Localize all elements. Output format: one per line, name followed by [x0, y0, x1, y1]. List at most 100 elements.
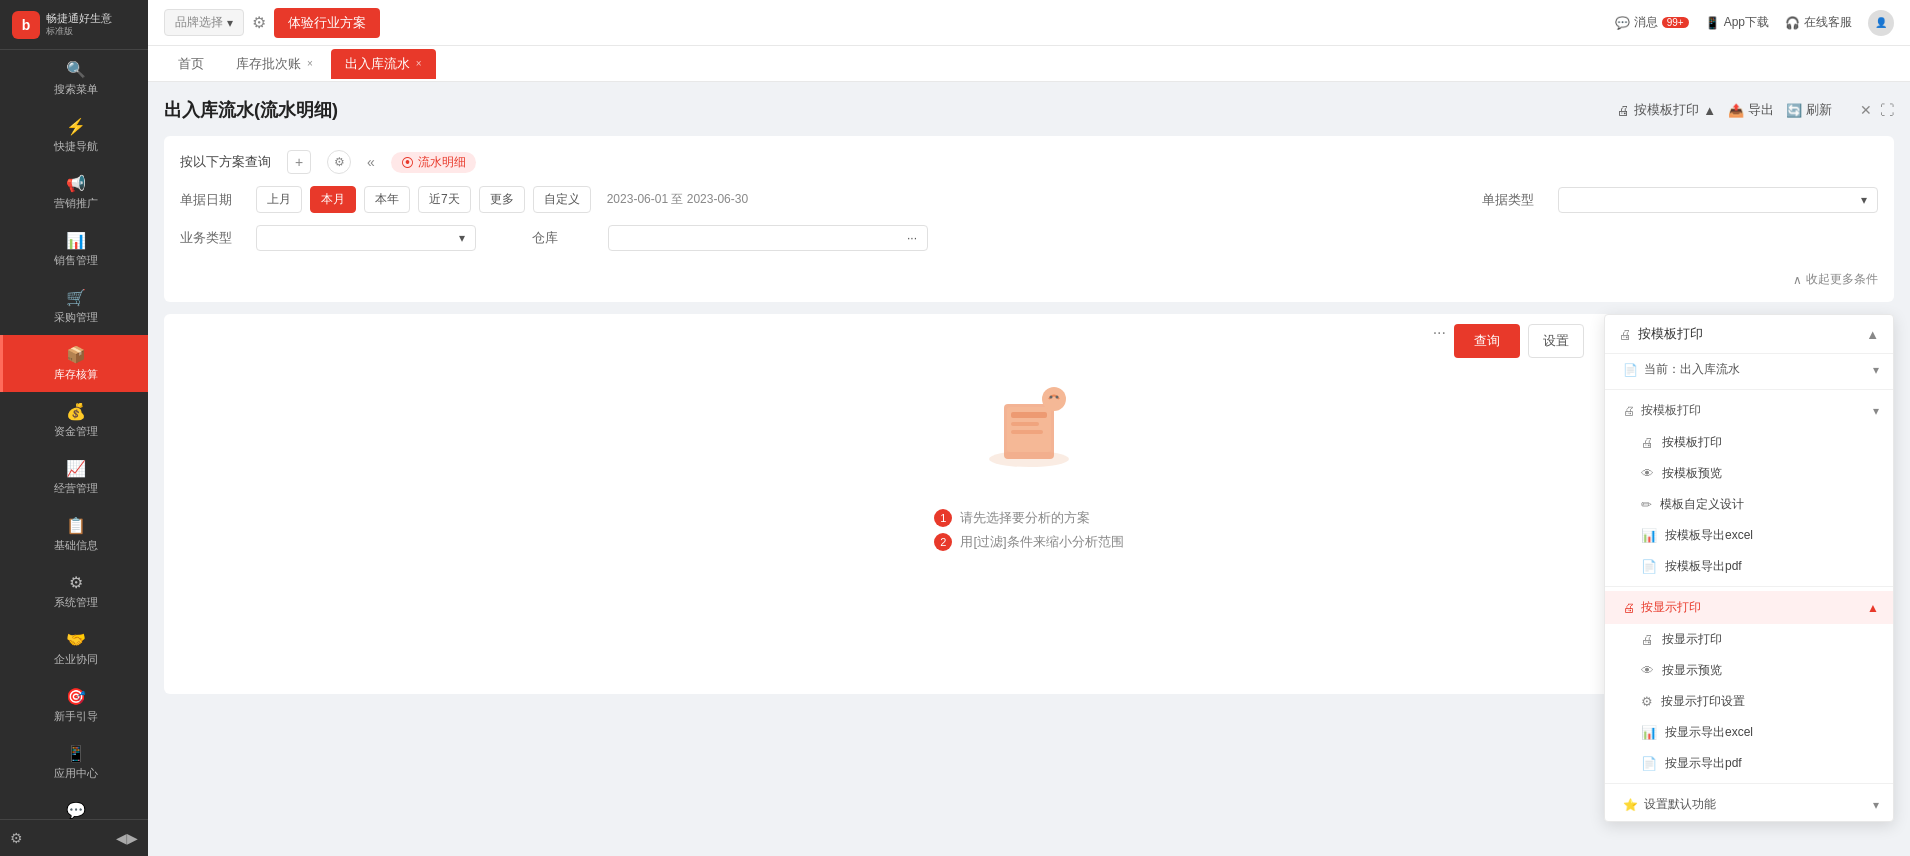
headset-icon: 🎧: [1785, 16, 1800, 30]
tab-inout-flow-close[interactable]: ×: [416, 58, 422, 69]
sidebar-item-basic[interactable]: 📋 基础信息: [0, 506, 148, 563]
sidebar-item-app-center-label: 应用中心: [54, 766, 98, 781]
panel-current-item[interactable]: 📄 当前：出入库流水 ▾: [1605, 354, 1893, 385]
tab-inventory-batch-close[interactable]: ×: [307, 58, 313, 69]
query-button[interactable]: 查询: [1454, 324, 1520, 358]
sidebar-item-cooperation[interactable]: 🤝 企业协同: [0, 620, 148, 677]
template-print-action-icon: 🖨: [1641, 435, 1654, 450]
sidebar-item-search[interactable]: 🔍 搜索菜单: [0, 50, 148, 107]
window-close-btn[interactable]: ✕: [1860, 102, 1872, 118]
page-actions: 🖨 按模板打印 ▲ 📤 导出 🔄 刷新 ✕ ⛶: [1617, 101, 1894, 119]
panel-header: 🖨 按模板打印 ▲: [1605, 315, 1893, 354]
panel-display-preview[interactable]: 👁 按显示预览: [1605, 655, 1893, 686]
collapse-more-btn[interactable]: ∧ 收起更多条件: [180, 263, 1878, 288]
sidebar-item-system[interactable]: ⚙ 系统管理: [0, 563, 148, 620]
panel-display-export-excel[interactable]: 📊 按显示导出excel: [1605, 717, 1893, 748]
sidebar-item-purchase[interactable]: 🛒 采购管理: [0, 278, 148, 335]
filter-collapse-btn[interactable]: «: [367, 154, 375, 170]
content-more-dots[interactable]: ···: [1433, 324, 1446, 358]
filter-add-btn[interactable]: +: [287, 150, 311, 174]
header-settings-icon[interactable]: ⚙: [252, 13, 266, 32]
print-btn[interactable]: 🖨 按模板打印 ▲: [1617, 101, 1716, 119]
top-header: 品牌选择 ▾ ⚙ 体验行业方案 💬 消息 99+ 📱 App下载 🎧 在线客服 …: [148, 0, 1910, 46]
step-1-num: 1: [934, 509, 952, 527]
message-icon: 💬: [1615, 16, 1630, 30]
sidebar-item-sales[interactable]: 📊 销售管理: [0, 221, 148, 278]
main-wrapper: 品牌选择 ▾ ⚙ 体验行业方案 💬 消息 99+ 📱 App下载 🎧 在线客服 …: [148, 0, 1910, 856]
template-chevron-down: ▾: [1873, 404, 1879, 418]
date-range-display: 2023-06-01 至 2023-06-30: [607, 191, 748, 208]
svg-rect-4: [1011, 422, 1039, 426]
sidebar-collapse-btn[interactable]: ◀▶: [116, 830, 138, 846]
panel-template-print-action[interactable]: 🖨 按模板打印: [1605, 427, 1893, 458]
system-icon: ⚙: [69, 573, 83, 592]
panel-display-print-action[interactable]: 🖨 按显示打印: [1605, 624, 1893, 655]
app-download-btn[interactable]: 📱 App下载: [1705, 14, 1769, 31]
window-expand-btn[interactable]: ⛶: [1880, 102, 1894, 118]
sidebar-settings-btn[interactable]: ⚙: [10, 830, 23, 846]
sidebar-item-finance[interactable]: 💰 资金管理: [0, 392, 148, 449]
panel-template-custom[interactable]: ✏ 模板自定义设计: [1605, 489, 1893, 520]
content-settings-button[interactable]: 设置: [1528, 324, 1584, 358]
header-left: 品牌选择 ▾ ⚙ 体验行业方案: [164, 8, 1615, 38]
user-avatar[interactable]: 👤: [1868, 10, 1894, 36]
export-icon: 📤: [1728, 103, 1744, 118]
doc-type-select[interactable]: ▾: [1558, 187, 1878, 213]
online-service-btn[interactable]: 🎧 在线客服: [1785, 14, 1852, 31]
doc-type-label: 单据类型: [1482, 191, 1542, 209]
panel-display-print-settings[interactable]: ⚙ 按显示打印设置: [1605, 686, 1893, 717]
printer-icon: 🖨: [1617, 103, 1630, 118]
date-btn-this-year[interactable]: 本年: [364, 186, 410, 213]
biz-type-select[interactable]: ▾: [256, 225, 476, 251]
marketing-icon: 📢: [66, 174, 86, 193]
refresh-btn[interactable]: 🔄 刷新: [1786, 101, 1832, 119]
tab-home[interactable]: 首页: [164, 49, 218, 79]
tab-inventory-batch[interactable]: 库存批次账 ×: [222, 49, 327, 79]
sidebar-item-marketing[interactable]: 📢 营销推广: [0, 164, 148, 221]
sidebar-item-inventory-label: 库存核算: [54, 367, 98, 382]
sidebar-item-wechat[interactable]: 💬 企业微信: [0, 791, 148, 819]
date-btn-7days[interactable]: 近7天: [418, 186, 471, 213]
export-btn[interactable]: 📤 导出: [1728, 101, 1774, 119]
sidebar-item-inventory[interactable]: 📦 库存核算: [0, 335, 148, 392]
sidebar-item-guide[interactable]: 🎯 新手引导: [0, 677, 148, 734]
empty-step-2: 2 用[过滤]条件来缩小分析范围: [934, 533, 1123, 551]
print-label: 按模板打印: [1634, 101, 1699, 119]
date-btn-last-month[interactable]: 上月: [256, 186, 302, 213]
date-btn-custom[interactable]: 自定义: [533, 186, 591, 213]
sidebar-item-operation[interactable]: 📈 经营管理: [0, 449, 148, 506]
panel-set-default-header[interactable]: ⭐ 设置默认功能 ▾: [1605, 788, 1893, 821]
date-btn-more[interactable]: 更多: [479, 186, 525, 213]
display-export-excel-label: 按显示导出excel: [1665, 724, 1753, 741]
panel-template-export-pdf[interactable]: 📄 按模板导出pdf: [1605, 551, 1893, 582]
display-pdf-icon: 📄: [1641, 756, 1657, 771]
sidebar-item-quick-nav[interactable]: ⚡ 快捷导航: [0, 107, 148, 164]
sidebar-item-system-label: 系统管理: [54, 595, 98, 610]
message-btn[interactable]: 💬 消息 99+: [1615, 14, 1689, 31]
display-print-settings-label: 按显示打印设置: [1661, 693, 1745, 710]
empty-illustration: [969, 374, 1089, 493]
sidebar-item-app-center[interactable]: 📱 应用中心: [0, 734, 148, 791]
panel-display-print-label: 按显示打印: [1641, 599, 1701, 616]
brand-selector[interactable]: 品牌选择 ▾: [164, 9, 244, 36]
display-export-pdf-label: 按显示导出pdf: [1665, 755, 1742, 772]
panel-display-export-pdf[interactable]: 📄 按显示导出pdf: [1605, 748, 1893, 779]
display-preview-icon: 👁: [1641, 663, 1654, 678]
display-chevron-up: ▲: [1867, 601, 1879, 615]
sidebar-item-cooperation-label: 企业协同: [54, 652, 98, 667]
warehouse-select[interactable]: ···: [608, 225, 928, 251]
panel-template-preview[interactable]: 👁 按模板预览: [1605, 458, 1893, 489]
panel-divider-3: [1605, 783, 1893, 784]
trial-button[interactable]: 体验行业方案: [274, 8, 380, 38]
panel-template-print-header[interactable]: 🖨 按模板打印 ▾: [1605, 394, 1893, 427]
filter-tag[interactable]: ⦿ 流水明细: [391, 152, 476, 173]
panel-template-export-excel[interactable]: 📊 按模板导出excel: [1605, 520, 1893, 551]
window-controls: ✕ ⛶: [1860, 102, 1894, 118]
sidebar-item-purchase-label: 采购管理: [54, 310, 98, 325]
sidebar-item-search-label: 搜索菜单: [54, 82, 98, 97]
tab-inout-flow[interactable]: 出入库流水 ×: [331, 49, 436, 79]
filter-settings-btn[interactable]: ⚙: [327, 150, 351, 174]
panel-display-print-header[interactable]: 🖨 按显示打印 ▲: [1605, 591, 1893, 624]
date-toolbar: 上月 本月 本年 近7天 更多 自定义 2023-06-01 至 2023-06…: [256, 186, 1446, 213]
date-btn-this-month[interactable]: 本月: [310, 186, 356, 213]
